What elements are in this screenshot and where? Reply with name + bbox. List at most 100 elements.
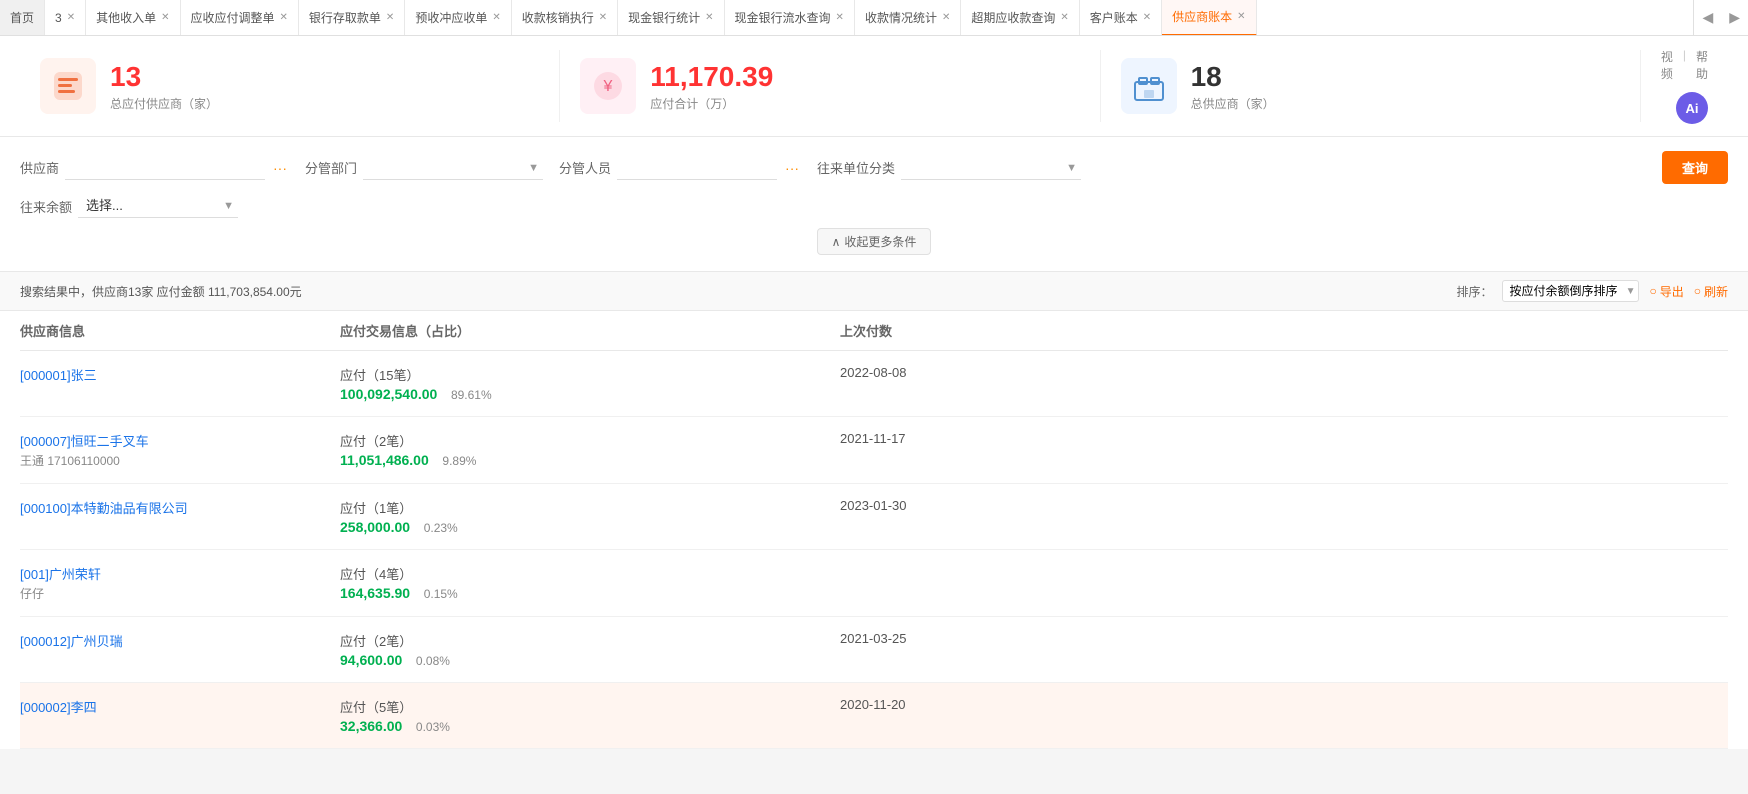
collapse-up-icon: ∧ [832, 235, 841, 249]
trans-amount-link[interactable]: 258,000.00 [340, 519, 410, 535]
dept-filter: 分管部门 ▼ [305, 156, 543, 180]
search-button[interactable]: 查询 [1662, 151, 1728, 184]
table-row: [000007]恒旺二手叉车 王通 17106110000 应付（2笔） 11,… [20, 417, 1728, 484]
transaction-cell: 应付（4笔） 164,635.90 0.15% [340, 564, 840, 601]
supplier-name-link[interactable]: [000007]恒旺二手叉车 [20, 434, 149, 449]
person-label: 分管人员 [559, 158, 611, 177]
tab-other-income[interactable]: 其他收入单 ✕ [86, 0, 180, 36]
category-select[interactable] [901, 156, 1081, 180]
tab-pre-receipt[interactable]: 预收冲应收单 ✕ [405, 0, 511, 36]
tab-receipt-stat-close[interactable]: ✕ [942, 12, 950, 23]
tab-supplier-ledger-close[interactable]: ✕ [1237, 11, 1245, 22]
supplier-name-link[interactable]: [000012]广州贝瑞 [20, 634, 123, 649]
person-filter: 分管人员 ··· [559, 156, 801, 180]
balance-select[interactable]: 选择... [78, 194, 238, 218]
sort-label: 排序： [1456, 283, 1492, 300]
balance-label: 往来余额 [20, 197, 72, 216]
lastpay-cell: 2020-11-20 [840, 697, 1728, 712]
trans-pct: 9.89% [442, 454, 476, 468]
svg-text:¥: ¥ [603, 78, 613, 95]
tab-cash-bank-stat-close[interactable]: ✕ [705, 12, 713, 23]
total-suppliers-value: 18 [1191, 61, 1275, 93]
last-pay-date: 2021-03-25 [840, 631, 907, 646]
trans-amount-link[interactable]: 94,600.00 [340, 652, 402, 668]
nav-prev-button[interactable]: ◀ [1694, 0, 1721, 36]
trans-pct: 89.61% [451, 388, 492, 402]
supplier-dots[interactable]: ··· [271, 160, 289, 176]
tab-3[interactable]: 3 ✕ [45, 0, 86, 36]
tab-other-income-label: 其他收入单 [96, 9, 156, 26]
video-link[interactable]: 视频 [1661, 48, 1673, 82]
refresh-button[interactable]: ○ 刷新 [1694, 283, 1728, 300]
sort-select[interactable]: 按应付余额倒序排序 [1502, 280, 1639, 302]
payable-suppliers-value: 13 [110, 61, 218, 93]
tab-receipt-verify[interactable]: 收款核销执行 ✕ [512, 0, 618, 36]
table-row: [000001]张三 应付（15笔） 100,092,540.00 89.61%… [20, 351, 1728, 417]
tab-overdue-query[interactable]: 超期应收款查询 ✕ [961, 0, 1079, 36]
trans-pct: 0.15% [424, 587, 458, 601]
tab-bank-deposit[interactable]: 银行存取款单 ✕ [299, 0, 405, 36]
help-links-area: 视频 | 帮助 Ai [1641, 48, 1728, 124]
export-button[interactable]: ○ 导出 [1649, 283, 1683, 300]
tab-other-income-close[interactable]: ✕ [161, 12, 169, 23]
dept-label: 分管部门 [305, 158, 357, 177]
trans-pct: 0.23% [424, 521, 458, 535]
trans-amount-link[interactable]: 164,635.90 [340, 585, 410, 601]
refresh-icon: ○ [1694, 284, 1701, 298]
total-suppliers-icon [1121, 58, 1177, 114]
tab-receipt-verify-close[interactable]: ✕ [599, 12, 607, 23]
nav-next-button[interactable]: ▶ [1721, 0, 1748, 36]
trans-label: 应付（2笔） [340, 431, 840, 450]
trans-amount-link[interactable]: 32,366.00 [340, 718, 402, 734]
tab-3-close[interactable]: ✕ [67, 12, 75, 23]
collapse-button[interactable]: ∧ 收起更多条件 [817, 228, 932, 255]
tab-cash-bank-stat[interactable]: 现金银行统计 ✕ [618, 0, 724, 36]
supplier-name-link[interactable]: [001]广州荣轩 [20, 567, 101, 582]
transaction-cell: 应付（5笔） 32,366.00 0.03% [340, 697, 840, 734]
tab-receipt-stat-label: 收款情况统计 [865, 9, 937, 26]
trans-amount-link[interactable]: 100,092,540.00 [340, 386, 437, 402]
dept-select[interactable] [363, 156, 543, 180]
person-dots[interactable]: ··· [783, 160, 801, 176]
supplier-name-link[interactable]: [000001]张三 [20, 368, 97, 383]
refresh-label: 刷新 [1704, 283, 1728, 300]
help-links: 视频 | 帮助 [1661, 48, 1708, 82]
tab-pre-receipt-close[interactable]: ✕ [492, 12, 500, 23]
ai-button[interactable]: Ai [1676, 92, 1708, 124]
lastpay-cell: 2021-11-17 [840, 431, 1728, 446]
table-row: [000002]李四 应付（5笔） 32,366.00 0.03% 2020-1… [20, 683, 1728, 749]
tab-bank-deposit-close[interactable]: ✕ [386, 12, 394, 23]
payable-total-value: 11,170.39 [650, 61, 773, 93]
export-icon: ○ [1649, 284, 1656, 298]
last-pay-date: 2021-11-17 [840, 431, 906, 446]
transaction-cell: 应付（2笔） 94,600.00 0.08% [340, 631, 840, 668]
supplier-cell: [000002]李四 [20, 697, 340, 716]
supplier-name-link[interactable]: [000100]本特勤油品有限公司 [20, 501, 188, 516]
tab-adjust[interactable]: 应收应付调整单 ✕ [181, 0, 299, 36]
tab-customer-ledger[interactable]: 客户账本 ✕ [1080, 0, 1162, 36]
tab-adjust-close[interactable]: ✕ [280, 12, 288, 23]
tab-cash-flow[interactable]: 现金银行流水查询 ✕ [725, 0, 855, 36]
help-divider: | [1683, 48, 1686, 82]
supplier-input[interactable] [65, 156, 265, 180]
tab-supplier-ledger[interactable]: 供应商账本 ✕ [1162, 0, 1256, 36]
tab-customer-ledger-close[interactable]: ✕ [1143, 12, 1151, 23]
tab-home[interactable]: 首页 [0, 0, 45, 36]
tab-cash-flow-close[interactable]: ✕ [836, 12, 844, 23]
supplier-name-link[interactable]: [000002]李四 [20, 700, 97, 715]
trans-amount-link[interactable]: 11,051,486.00 [340, 452, 429, 468]
supplier-filter: 供应商 ··· [20, 156, 289, 180]
tab-receipt-verify-label: 收款核销执行 [522, 9, 594, 26]
supplier-sub: 王通 17106110000 [20, 452, 340, 469]
tab-overdue-query-close[interactable]: ✕ [1060, 12, 1068, 23]
person-input[interactable] [617, 156, 777, 180]
total-suppliers-info: 18 总供应商（家） [1191, 61, 1275, 112]
table-body: [000001]张三 应付（15笔） 100,092,540.00 89.61%… [20, 351, 1728, 749]
trans-label: 应付（5笔） [340, 697, 840, 716]
balance-filter: 往来余额 选择... ▼ [20, 194, 238, 218]
help-link[interactable]: 帮助 [1696, 48, 1708, 82]
total-suppliers-label: 总供应商（家） [1191, 95, 1275, 112]
table-header: 供应商信息 应付交易信息（占比） 上次付数 [20, 311, 1728, 351]
trans-pct: 0.08% [416, 654, 450, 668]
tab-receipt-stat[interactable]: 收款情况统计 ✕ [855, 0, 961, 36]
